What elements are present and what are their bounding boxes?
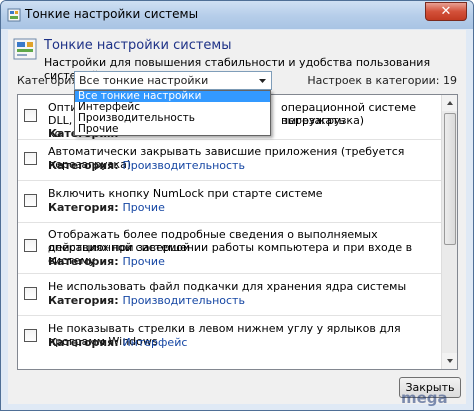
setting-category-label: Категория: — [48, 336, 123, 349]
setting-title: Не использовать файл подкачки для хранен… — [48, 280, 407, 293]
divider — [18, 222, 442, 223]
setting-category-link[interactable]: Прочие — [122, 201, 164, 214]
dialog-body: Тонкие настройки системы Настройки для п… — [8, 30, 466, 404]
setting-checkbox[interactable] — [24, 287, 37, 300]
app-window: Тонкие настройки системы ✕ Тонкие настро… — [0, 0, 474, 411]
setting-category: Категория: Производительность — [48, 294, 245, 307]
setting-title: Включить кнопку NumLock при старте систе… — [48, 187, 323, 200]
page-title: Тонкие настройки системы — [44, 38, 232, 53]
dropdown-option[interactable]: Прочие — [75, 124, 270, 135]
chevron-up-icon — [447, 101, 453, 105]
setting-category-label: Категория: — [48, 255, 123, 268]
category-select-value: Все тонкие настройки — [79, 74, 209, 87]
setting-category-link[interactable]: Производительность — [122, 159, 245, 172]
setting-category: Категория: Производительность — [48, 159, 245, 172]
list-item: Включить кнопку NumLock при старте систе… — [18, 186, 442, 220]
setting-checkbox[interactable] — [24, 152, 37, 165]
list-item: Не использовать файл подкачки для хранен… — [18, 279, 442, 313]
scroll-down-button[interactable] — [442, 353, 457, 369]
chevron-down-icon — [447, 359, 453, 363]
setting-checkbox[interactable] — [24, 194, 37, 207]
list-item: Отображать более подробные сведения о вы… — [18, 227, 442, 271]
category-dropdown-list[interactable]: Все тонкие настройки Интерфейс Производи… — [74, 90, 271, 136]
title-bar[interactable]: Тонкие настройки системы ✕ — [1, 1, 473, 29]
divider — [18, 180, 442, 181]
setting-category-label: Категория: — [48, 201, 123, 214]
setting-category-link[interactable]: Производительность — [122, 294, 245, 307]
setting-checkbox[interactable] — [24, 239, 37, 252]
setting-category: Категория: Интерфейс — [48, 336, 187, 349]
list-item: Не показывать стрелки в левом нижнем угл… — [18, 321, 442, 355]
svg-text:mega: mega — [401, 389, 448, 407]
setting-checkbox[interactable] — [24, 109, 37, 122]
list-item: Автоматически закрывать зависшие приложе… — [18, 144, 442, 178]
chevron-down-icon — [257, 75, 268, 86]
settings-app-icon — [7, 8, 21, 22]
setting-title-line2-rest: перезагрузка) — [281, 114, 365, 127]
vertical-scrollbar[interactable] — [441, 95, 457, 369]
setting-checkbox[interactable] — [24, 329, 37, 342]
divider — [18, 273, 442, 274]
category-select[interactable]: Все тонкие настройки — [74, 71, 272, 90]
divider — [18, 315, 442, 316]
setting-category-link[interactable]: Прочие — [122, 255, 164, 268]
setting-category-link[interactable]: Интерфейс — [122, 336, 187, 349]
scrollbar-thumb[interactable] — [444, 113, 456, 245]
watermark-logo: mega — [399, 387, 471, 409]
scroll-up-button[interactable] — [442, 95, 457, 111]
setting-category: Категория: Прочие — [48, 201, 165, 214]
window-close-button[interactable]: ✕ — [425, 2, 467, 21]
setting-category-label: Категория: — [48, 159, 123, 172]
close-icon: ✕ — [440, 4, 452, 19]
window-title: Тонкие настройки системы — [25, 7, 199, 21]
settings-count: Настроек в категории: 19 — [307, 74, 457, 87]
category-label: Категория: — [17, 74, 82, 87]
divider — [18, 139, 442, 140]
setting-category: Категория: Прочие — [48, 255, 165, 268]
settings-app-icon — [12, 36, 38, 62]
setting-category-label: Категория: — [48, 294, 123, 307]
